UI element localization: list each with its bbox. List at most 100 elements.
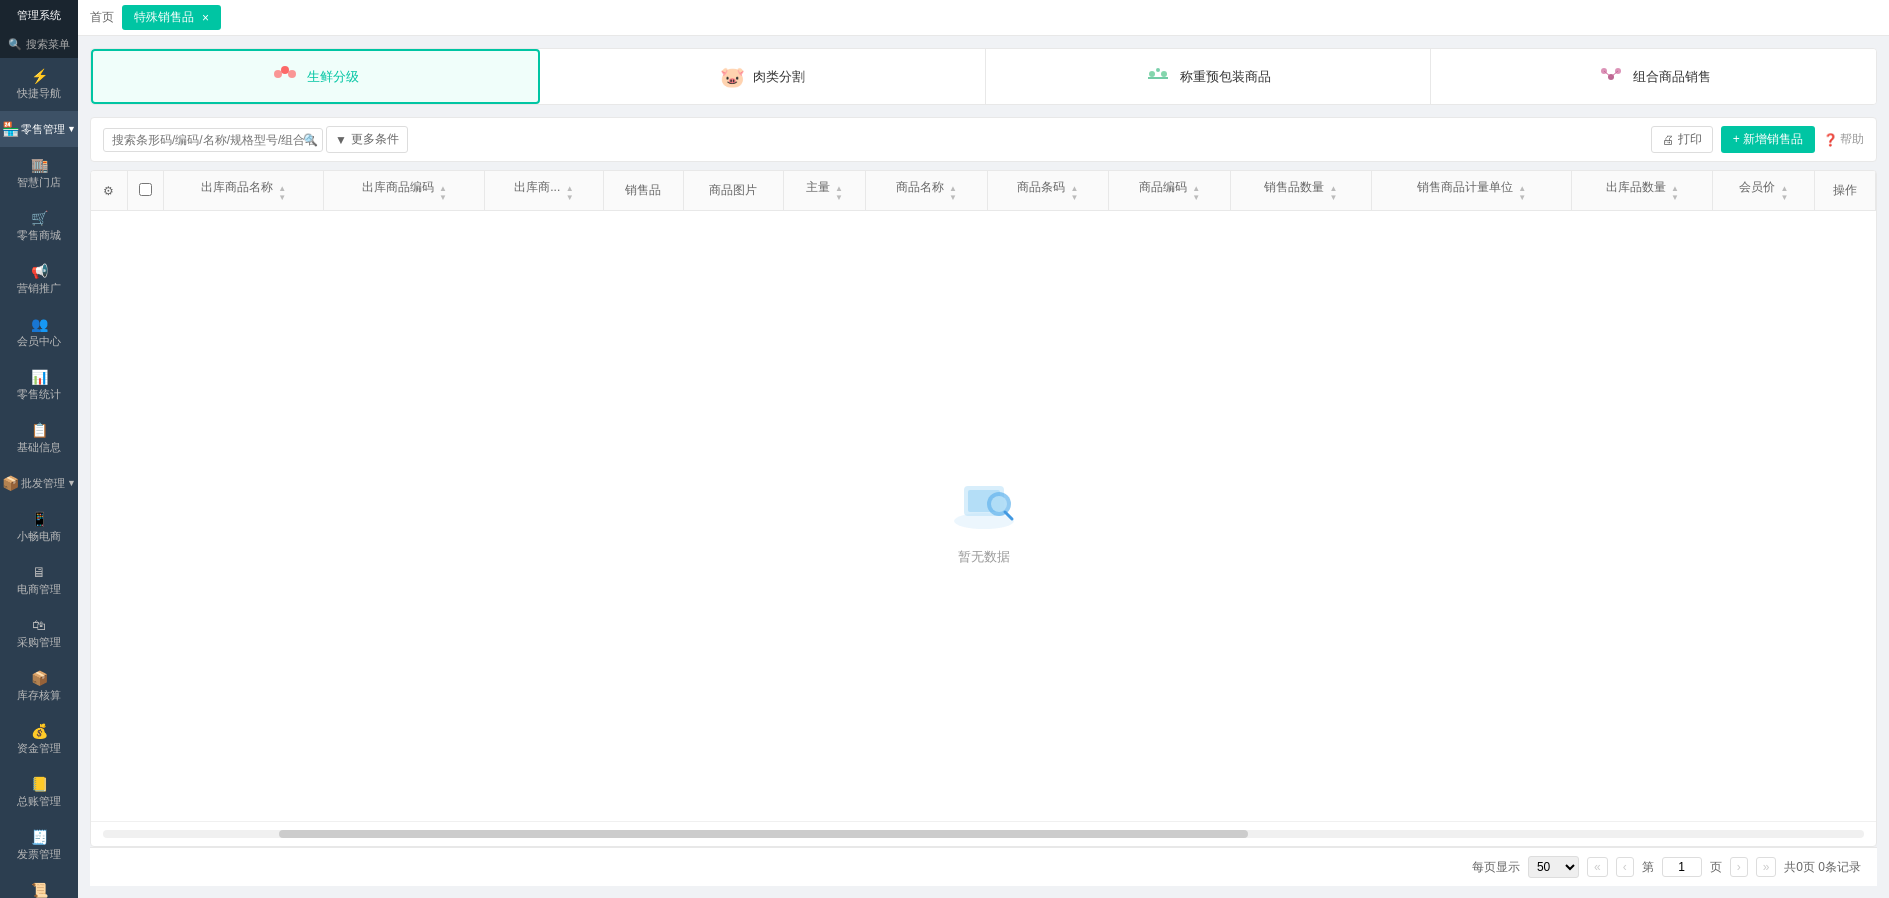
search-input[interactable] bbox=[103, 128, 323, 152]
sidebar-item-label: 基础信息 bbox=[17, 440, 61, 455]
tab-fresh-grade-label: 生鲜分级 bbox=[307, 68, 359, 86]
svg-point-0 bbox=[274, 70, 282, 78]
retail-stats-icon: 📊 bbox=[31, 369, 48, 385]
member-center-icon: 👥 bbox=[31, 316, 48, 332]
sidebar-item-member-center[interactable]: 👥 会员中心 bbox=[0, 306, 78, 359]
sidebar-item-label: 快捷导航 bbox=[17, 86, 61, 101]
combo-sales-icon bbox=[1597, 63, 1625, 90]
tab-meat-cut-label: 肉类分割 bbox=[753, 68, 805, 86]
tab-scale-pack[interactable]: 称重预包装商品 bbox=[986, 49, 1432, 104]
col-out-goods-name[interactable]: 出库商品名称 ▲▼ bbox=[163, 171, 324, 211]
chevron-down-icon: ▼ bbox=[67, 478, 76, 488]
invoice-mgmt-icon: 🧾 bbox=[31, 829, 48, 845]
col-settings[interactable]: ⚙ bbox=[91, 171, 127, 211]
tab-fresh-grade[interactable]: 生鲜分级 bbox=[91, 49, 540, 104]
mini-ecommerce-icon: 📱 bbox=[31, 511, 48, 527]
sidebar-item-tax-mgmt[interactable]: 📜 税务管理 bbox=[0, 872, 78, 898]
col-goods-name[interactable]: 商品名称 ▲▼ bbox=[865, 171, 987, 211]
col-out-goods-extra[interactable]: 出库商... ▲▼ bbox=[485, 171, 603, 211]
print-button[interactable]: 🖨 打印 bbox=[1651, 126, 1713, 153]
per-page-select[interactable]: 20 50 100 bbox=[1528, 856, 1579, 878]
help-button[interactable]: ❓ 帮助 bbox=[1823, 131, 1864, 148]
sort-icon: ▲▼ bbox=[835, 184, 843, 202]
col-goods-code[interactable]: 商品编码 ▲▼ bbox=[1109, 171, 1231, 211]
col-sales-qty[interactable]: 销售品数量 ▲▼ bbox=[1230, 171, 1371, 211]
col-main-weight[interactable]: 主量 ▲▼ bbox=[783, 171, 865, 211]
sidebar-item-retail-mall[interactable]: 🛒 零售商城 bbox=[0, 200, 78, 253]
sidebar-item-label: 小畅电商 bbox=[17, 529, 61, 544]
data-table: ⚙ 出库商品名称 ▲▼ 出库商品编码 ▲▼ bbox=[91, 171, 1876, 211]
select-all-checkbox[interactable] bbox=[139, 183, 152, 196]
scrollbar-track bbox=[103, 830, 1864, 838]
sidebar-item-ledger[interactable]: 📒 总账管理 bbox=[0, 766, 78, 819]
sidebar-item-retail-stats[interactable]: 📊 零售统计 bbox=[0, 359, 78, 412]
sort-icon: ▲▼ bbox=[1781, 184, 1789, 202]
filter-button[interactable]: ▼ 更多条件 bbox=[326, 126, 408, 153]
svg-line-11 bbox=[1611, 71, 1618, 77]
sidebar-item-sales-promo[interactable]: 📢 营销推广 bbox=[0, 253, 78, 306]
sidebar-item-label: 零售统计 bbox=[17, 387, 61, 402]
sidebar-item-purchase-mgmt[interactable]: 🛍 采购管理 bbox=[0, 607, 78, 660]
sidebar-item-label: 资金管理 bbox=[17, 741, 61, 756]
retail-mall-icon: 🛒 bbox=[31, 210, 48, 226]
sidebar-item-invoice-mgmt[interactable]: 🧾 发票管理 bbox=[0, 819, 78, 872]
svg-point-2 bbox=[288, 70, 296, 78]
settings-icon: ⚙ bbox=[103, 184, 114, 198]
sort-icon: ▲▼ bbox=[1671, 184, 1679, 202]
sidebar-item-label: 会员中心 bbox=[17, 334, 61, 349]
toolbar: 🔍 ▼ 更多条件 🖨 打印 + 新增销售品 ❓ 帮助 bbox=[90, 117, 1877, 162]
tab-scale-pack-label: 称重预包装商品 bbox=[1180, 68, 1271, 86]
sidebar-item-label: 电商管理 bbox=[17, 582, 61, 597]
sidebar-item-smart-store[interactable]: 🏬 智慧门店 bbox=[0, 147, 78, 200]
sidebar-item-batch-mgmt[interactable]: 📦 批发管理 ▼ bbox=[0, 465, 78, 501]
sidebar-item-label: 采购管理 bbox=[17, 635, 61, 650]
pagination: 每页显示 20 50 100 « ‹ 第 页 › » 共0页 0条记录 bbox=[90, 847, 1877, 886]
purchase-mgmt-icon: 🛍 bbox=[32, 617, 46, 633]
col-goods-barcode[interactable]: 商品条码 ▲▼ bbox=[987, 171, 1109, 211]
col-goods-img[interactable]: 商品图片 bbox=[683, 171, 783, 211]
close-icon[interactable]: × bbox=[202, 11, 209, 25]
col-out-qty[interactable]: 出库品数量 ▲▼ bbox=[1572, 171, 1713, 211]
col-sales-goods[interactable]: 销售品 bbox=[603, 171, 683, 211]
sidebar-item-inventory[interactable]: 📦 库存核算 bbox=[0, 660, 78, 713]
sidebar-search[interactable]: 🔍 快捷导航 搜索菜单 bbox=[0, 31, 78, 58]
col-member-price[interactable]: 会员价 ▲▼ bbox=[1713, 171, 1815, 211]
sidebar: 管理系统 🔍 快捷导航 搜索菜单 ⚡ 快捷导航 🏪 零售管理 ▼ 🏬 智慧门店 … bbox=[0, 0, 78, 898]
sidebar-item-retail-mgmt[interactable]: 🏪 零售管理 ▼ bbox=[0, 111, 78, 147]
next-page-button[interactable]: › bbox=[1730, 857, 1748, 877]
prev-page-button[interactable]: ‹ bbox=[1616, 857, 1634, 877]
col-sales-unit[interactable]: 销售商品计量单位 ▲▼ bbox=[1371, 171, 1571, 211]
add-sales-button[interactable]: + 新增销售品 bbox=[1721, 126, 1815, 153]
sidebar-item-quick-nav[interactable]: ⚡ 快捷导航 bbox=[0, 58, 78, 111]
last-page-button[interactable]: » bbox=[1756, 857, 1777, 877]
svg-point-16 bbox=[991, 496, 1007, 512]
horizontal-scrollbar[interactable] bbox=[91, 821, 1876, 846]
sidebar-item-basic-info[interactable]: 📋 基础信息 bbox=[0, 412, 78, 465]
page-content: 生鲜分级 🐷 肉类分割 称重预包装商品 bbox=[78, 36, 1889, 898]
tab-meat-cut[interactable]: 🐷 肉类分割 bbox=[540, 49, 986, 104]
print-icon: 🖨 bbox=[1662, 133, 1674, 147]
sidebar-item-finance[interactable]: 💰 资金管理 bbox=[0, 713, 78, 766]
sort-icon: ▲▼ bbox=[1518, 184, 1526, 202]
sort-icon: ▲▼ bbox=[1330, 184, 1338, 202]
page-number-input[interactable] bbox=[1662, 857, 1702, 877]
sort-icon: ▲▼ bbox=[949, 184, 957, 202]
sidebar-item-mini-ecommerce[interactable]: 📱 小畅电商 bbox=[0, 501, 78, 554]
tab-combo-sales[interactable]: 组合商品销售 bbox=[1431, 49, 1876, 104]
sidebar-item-label: 发票管理 bbox=[17, 847, 61, 862]
home-link[interactable]: 首页 bbox=[90, 9, 114, 26]
first-page-button[interactable]: « bbox=[1587, 857, 1608, 877]
active-tab[interactable]: 特殊销售品 × bbox=[122, 5, 221, 30]
batch-mgmt-icon: 📦 bbox=[2, 475, 19, 491]
svg-point-4 bbox=[1156, 68, 1160, 72]
col-out-goods-code[interactable]: 出库商品编码 ▲▼ bbox=[324, 171, 485, 211]
sidebar-logo: 管理系统 bbox=[0, 0, 78, 31]
col-checkbox[interactable] bbox=[127, 171, 163, 211]
sidebar-item-label: 总账管理 bbox=[17, 794, 61, 809]
filter-icon: ▼ bbox=[335, 133, 347, 147]
svg-point-3 bbox=[1149, 71, 1155, 77]
sidebar-item-ecommerce-mgmt[interactable]: 🖥 电商管理 bbox=[0, 554, 78, 607]
svg-point-5 bbox=[1161, 71, 1167, 77]
sidebar-item-label: 零售商城 bbox=[17, 228, 61, 243]
chevron-down-icon: ▼ bbox=[67, 124, 76, 134]
